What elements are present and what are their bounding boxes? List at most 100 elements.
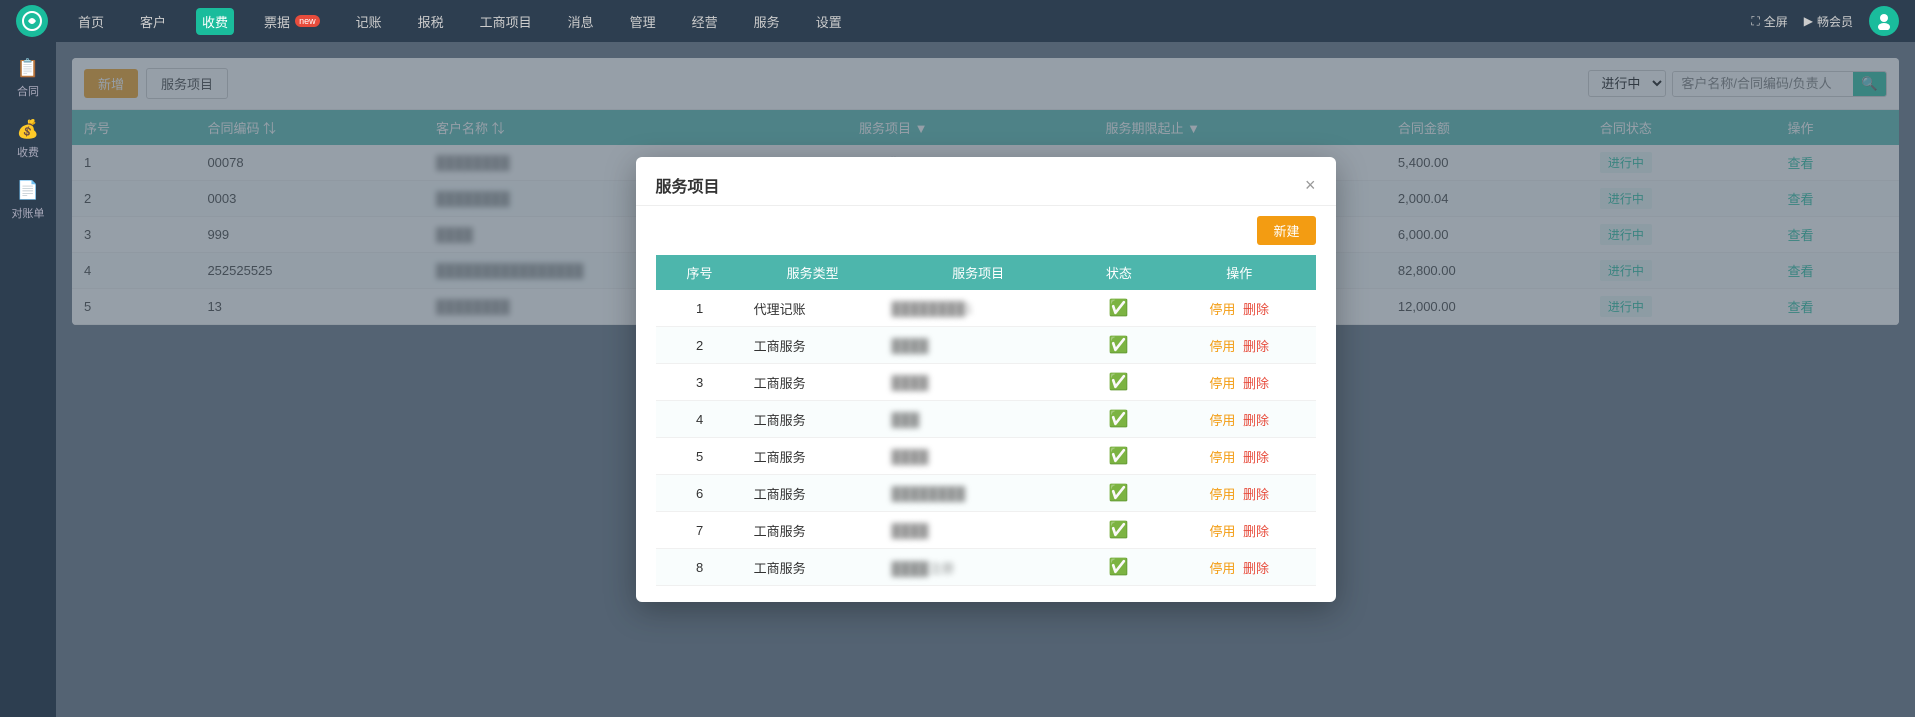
status-check-icon: ✅ (1109, 337, 1129, 354)
modal-col-no: 序号 (656, 255, 744, 290)
modal-cell-type: 代理记账 (744, 290, 882, 327)
modal-cell-type: 工商服务 (744, 364, 882, 401)
modal-cell-status: ✅ (1075, 512, 1163, 549)
nav-manage[interactable]: 管理 (624, 8, 662, 35)
top-nav: 首页 客户 收费 票据 new 记账 报税 工商项目 消息 管理 经营 服务 设… (0, 0, 1915, 42)
modal-cell-no: 7 (656, 512, 744, 549)
nav-fee[interactable]: 收费 (196, 8, 234, 35)
modal-cell-status: ✅ (1075, 549, 1163, 586)
stop-button[interactable]: 停用 (1209, 410, 1235, 429)
service-table: 序号 服务类型 服务项目 状态 操作 1 代理记账 ████████1 ✅ 停用… (656, 255, 1316, 586)
delete-button[interactable]: 删除 (1243, 484, 1269, 503)
delete-button[interactable]: 删除 (1243, 373, 1269, 392)
status-check-icon: ✅ (1109, 448, 1129, 465)
sidebar: 📋 合同 💰 收费 📄 对账单 (0, 42, 56, 717)
nav-settings[interactable]: 设置 (810, 8, 848, 35)
logo[interactable] (16, 5, 48, 37)
nav-badge-new: new (295, 15, 320, 27)
nav-business[interactable]: 经营 (686, 8, 724, 35)
sidebar-item-fee[interactable]: 💰 收费 (2, 111, 54, 168)
stop-button[interactable]: 停用 (1209, 484, 1235, 503)
modal-cell-status: ✅ (1075, 364, 1163, 401)
modal-cell-action: 停用 删除 (1163, 401, 1316, 438)
modal-cell-item: ████████1 (882, 290, 1075, 327)
reconcile-icon: 📄 (17, 180, 39, 201)
nav-customer[interactable]: 客户 (134, 8, 172, 35)
stop-button[interactable]: 停用 (1209, 336, 1235, 355)
status-check-icon: ✅ (1109, 522, 1129, 539)
nav-tax[interactable]: 报税 (412, 8, 450, 35)
nav-home[interactable]: 首页 (72, 8, 110, 35)
status-check-icon: ✅ (1109, 374, 1129, 391)
status-check-icon: ✅ (1109, 300, 1129, 317)
sidebar-item-fee-label: 收费 (17, 144, 39, 160)
modal-cell-item: ███ (882, 401, 1075, 438)
modal-toolbar: 新建 (636, 206, 1336, 255)
stop-button[interactable]: 停用 (1209, 447, 1235, 466)
modal-col-status: 状态 (1075, 255, 1163, 290)
modal-cell-action: 停用 删除 (1163, 475, 1316, 512)
sidebar-item-contract[interactable]: 📋 合同 (2, 50, 54, 107)
stop-button[interactable]: 停用 (1209, 521, 1235, 540)
service-row: 3 工商服务 ████ ✅ 停用 删除 (656, 364, 1316, 401)
avatar[interactable] (1869, 6, 1899, 36)
delete-button[interactable]: 删除 (1243, 336, 1269, 355)
modal-cell-action: 停用 删除 (1163, 290, 1316, 327)
service-modal: 服务项目 × 新建 序号 服务类型 服务项目 状态 操作 1 代理记账 (636, 157, 1336, 602)
delete-button[interactable]: 删除 (1243, 447, 1269, 466)
modal-cell-action: 停用 删除 (1163, 438, 1316, 475)
service-row: 5 工商服务 ████ ✅ 停用 删除 (656, 438, 1316, 475)
modal-col-type: 服务类型 (744, 255, 882, 290)
nav-service[interactable]: 服务 (748, 8, 786, 35)
modal-cell-type: 工商服务 (744, 549, 882, 586)
nav-invoice[interactable]: 票据 new (258, 8, 326, 35)
modal-cell-type: 工商服务 (744, 512, 882, 549)
nav-commerce[interactable]: 工商项目 (474, 8, 538, 35)
modal-col-action: 操作 (1163, 255, 1316, 290)
nav-right: ⛶ 全屏 ▶ 畅会员 (1751, 6, 1899, 36)
delete-button[interactable]: 删除 (1243, 410, 1269, 429)
modal-cell-action: 停用 删除 (1163, 327, 1316, 364)
modal-cell-type: 工商服务 (744, 327, 882, 364)
status-check-icon: ✅ (1109, 559, 1129, 576)
delete-button[interactable]: 删除 (1243, 558, 1269, 577)
modal-close-button[interactable]: × (1305, 176, 1316, 194)
status-check-icon: ✅ (1109, 411, 1129, 428)
vip-btn[interactable]: ▶ 畅会员 (1804, 13, 1853, 30)
modal-cell-item: ████ (882, 438, 1075, 475)
modal-cell-status: ✅ (1075, 401, 1163, 438)
modal-cell-item: ████注册 (882, 549, 1075, 586)
stop-button[interactable]: 停用 (1209, 299, 1235, 318)
modal-overlay: 服务项目 × 新建 序号 服务类型 服务项目 状态 操作 1 代理记账 (56, 42, 1915, 717)
modal-cell-item: ████ (882, 512, 1075, 549)
fullscreen-icon: ⛶ (1751, 14, 1759, 29)
modal-new-button[interactable]: 新建 (1257, 216, 1315, 245)
modal-cell-action: 停用 删除 (1163, 549, 1316, 586)
modal-cell-item: ████ (882, 364, 1075, 401)
vip-icon: ▶ (1804, 14, 1813, 28)
modal-cell-no: 4 (656, 401, 744, 438)
modal-col-item: 服务项目 (882, 255, 1075, 290)
fullscreen-btn[interactable]: ⛶ 全屏 (1751, 13, 1787, 30)
delete-button[interactable]: 删除 (1243, 299, 1269, 318)
service-row: 4 工商服务 ███ ✅ 停用 删除 (656, 401, 1316, 438)
sidebar-item-reconcile-label: 对账单 (12, 205, 45, 221)
stop-button[interactable]: 停用 (1209, 558, 1235, 577)
service-row: 2 工商服务 ████ ✅ 停用 删除 (656, 327, 1316, 364)
contract-icon: 📋 (17, 58, 39, 79)
modal-cell-type: 工商服务 (744, 438, 882, 475)
modal-cell-item: ████████ (882, 475, 1075, 512)
delete-button[interactable]: 删除 (1243, 521, 1269, 540)
service-row: 1 代理记账 ████████1 ✅ 停用 删除 (656, 290, 1316, 327)
nav-message[interactable]: 消息 (562, 8, 600, 35)
modal-cell-no: 3 (656, 364, 744, 401)
stop-button[interactable]: 停用 (1209, 373, 1235, 392)
nav-bookkeeping[interactable]: 记账 (350, 8, 388, 35)
sidebar-item-reconcile[interactable]: 📄 对账单 (2, 172, 54, 229)
modal-cell-type: 工商服务 (744, 475, 882, 512)
fee-icon: 💰 (17, 119, 39, 140)
service-row: 6 工商服务 ████████ ✅ 停用 删除 (656, 475, 1316, 512)
service-row: 7 工商服务 ████ ✅ 停用 删除 (656, 512, 1316, 549)
status-check-icon: ✅ (1109, 485, 1129, 502)
modal-cell-action: 停用 删除 (1163, 364, 1316, 401)
